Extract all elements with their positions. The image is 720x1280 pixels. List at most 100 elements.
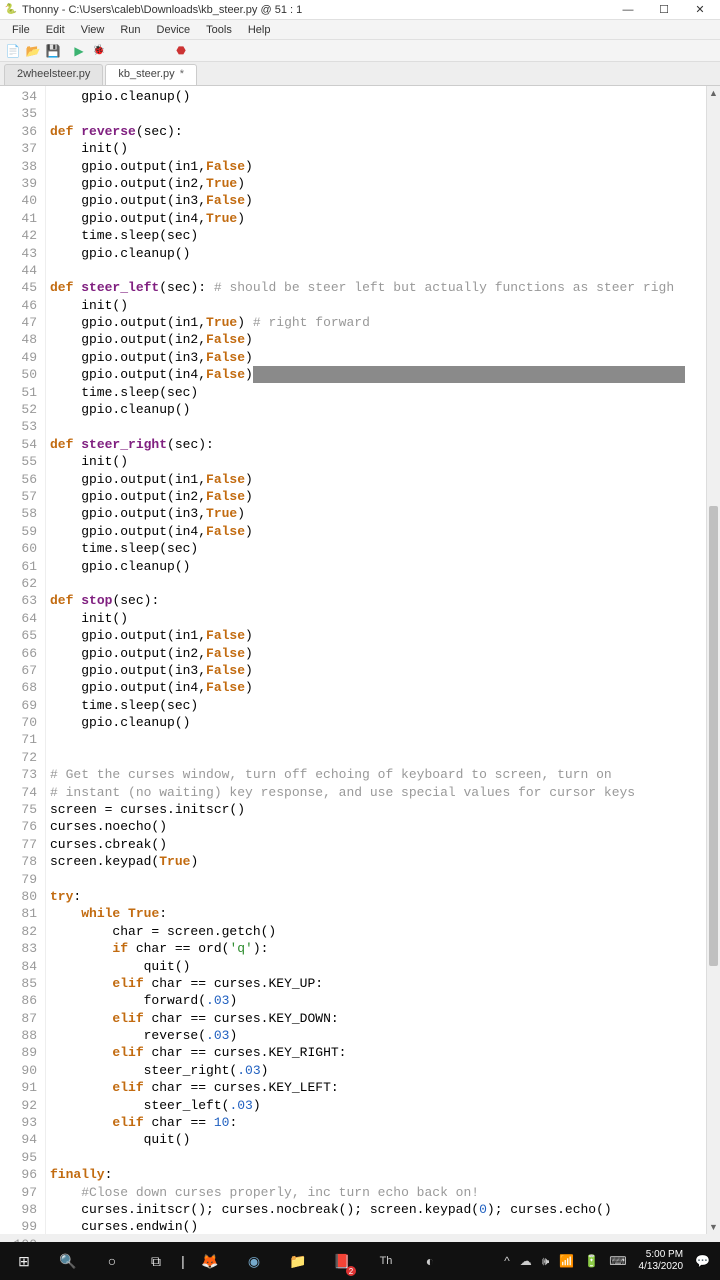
open-file-button[interactable]: 📂 (24, 42, 42, 60)
taskbar-app-thonny[interactable]: Th (366, 1242, 406, 1280)
tray-wifi-icon[interactable]: 📶 (557, 1254, 576, 1268)
tab-kb-steer[interactable]: kb_steer.py * (105, 64, 197, 85)
code-line[interactable] (50, 418, 720, 435)
code-line[interactable]: curses.noecho() (50, 818, 720, 835)
notifications-button[interactable]: 💬 (693, 1254, 712, 1268)
code-line[interactable] (50, 749, 720, 766)
code-line[interactable]: if char == ord('q'): (50, 940, 720, 957)
menu-device[interactable]: Device (149, 22, 199, 38)
code-line[interactable]: # instant (no waiting) key response, and… (50, 784, 720, 801)
code-line[interactable] (50, 575, 720, 592)
taskbar-app-firefox[interactable]: 🦊 (190, 1242, 230, 1280)
close-button[interactable]: ✕ (688, 1, 712, 19)
vertical-scrollbar[interactable]: ▲ ▼ (706, 86, 720, 1234)
code-line[interactable]: elif char == curses.KEY_RIGHT: (50, 1044, 720, 1061)
code-line[interactable]: steer_left(.03) (50, 1097, 720, 1114)
code-line[interactable]: quit() (50, 958, 720, 975)
tray-overflow-icon[interactable]: ^ (502, 1254, 512, 1268)
code-line[interactable]: init() (50, 610, 720, 627)
code-line[interactable]: gpio.output(in2,False) (50, 331, 720, 348)
menu-tools[interactable]: Tools (198, 22, 240, 38)
tray-onedrive-icon[interactable]: ☁ (518, 1254, 534, 1268)
code-line[interactable]: # Get the curses window, turn off echoin… (50, 766, 720, 783)
taskbar-app-acrobat[interactable]: 📕2 (322, 1242, 362, 1280)
code-line[interactable]: finally: (50, 1166, 720, 1183)
code-line[interactable]: gpio.output(in3,True) (50, 505, 720, 522)
code-line[interactable]: init() (50, 297, 720, 314)
code-line[interactable]: def reverse(sec): (50, 123, 720, 140)
code-line[interactable]: #Close down curses properly, inc turn ec… (50, 1184, 720, 1201)
code-line[interactable]: gpio.output(in2,False) (50, 488, 720, 505)
code-line[interactable]: elif char == curses.KEY_UP: (50, 975, 720, 992)
scroll-up-arrow[interactable]: ▲ (707, 86, 720, 100)
code-line[interactable]: gpio.output(in3,False) (50, 349, 720, 366)
code-line[interactable]: elif char == curses.KEY_LEFT: (50, 1079, 720, 1096)
code-line[interactable]: gpio.output(in2,True) (50, 175, 720, 192)
menu-file[interactable]: File (4, 22, 38, 38)
code-line[interactable]: def steer_left(sec): # should be steer l… (50, 279, 720, 296)
menu-run[interactable]: Run (112, 22, 148, 38)
menu-edit[interactable]: Edit (38, 22, 73, 38)
code-line[interactable]: init() (50, 140, 720, 157)
code-line[interactable]: def stop(sec): (50, 592, 720, 609)
search-button[interactable]: 🔍 (48, 1242, 88, 1280)
code-line[interactable]: time.sleep(sec) (50, 697, 720, 714)
taskbar-app-fileexplorer[interactable]: 📁 (278, 1242, 318, 1280)
taskbar-app-generic1[interactable]: ◉ (234, 1242, 274, 1280)
code-line[interactable]: gpio.output(in2,False) (50, 645, 720, 662)
code-line[interactable]: gpio.output(in1,False) (50, 627, 720, 644)
code-line[interactable]: quit() (50, 1131, 720, 1148)
stop-button[interactable]: ⬣ (172, 42, 190, 60)
code-line[interactable]: char = screen.getch() (50, 923, 720, 940)
code-text-area[interactable]: gpio.cleanup() def reverse(sec): init() … (46, 86, 720, 1234)
code-line[interactable]: screen.keypad(True) (50, 853, 720, 870)
code-line[interactable]: gpio.output(in1,True) # right forward (50, 314, 720, 331)
debug-button[interactable]: 🐞 (90, 42, 108, 60)
code-line[interactable]: time.sleep(sec) (50, 384, 720, 401)
code-line[interactable]: gpio.cleanup() (50, 401, 720, 418)
minimize-button[interactable]: — (616, 1, 640, 19)
code-line[interactable]: try: (50, 888, 720, 905)
tray-network-icon[interactable]: 🕪 (540, 1254, 552, 1269)
code-line[interactable]: curses.initscr(); curses.nocbreak(); scr… (50, 1201, 720, 1218)
code-line[interactable] (50, 871, 720, 888)
code-line[interactable]: gpio.output(in4,True) (50, 210, 720, 227)
code-line[interactable]: gpio.cleanup() (50, 88, 720, 105)
code-line[interactable]: gpio.cleanup() (50, 558, 720, 575)
menu-view[interactable]: View (73, 22, 113, 38)
code-line[interactable]: gpio.cleanup() (50, 714, 720, 731)
run-button[interactable]: ▶ (70, 42, 88, 60)
code-line[interactable]: gpio.output(in1,False) (50, 471, 720, 488)
code-line[interactable]: screen = curses.initscr() (50, 801, 720, 818)
code-line[interactable]: elif char == 10: (50, 1114, 720, 1131)
maximize-button[interactable]: ☐ (652, 1, 676, 19)
code-line[interactable]: gpio.output(in3,False) (50, 192, 720, 209)
save-file-button[interactable]: 💾 (44, 42, 62, 60)
cortana-button[interactable]: ○ (92, 1242, 132, 1280)
menu-help[interactable]: Help (240, 22, 279, 38)
code-line[interactable] (50, 1149, 720, 1166)
code-line[interactable]: while True: (50, 905, 720, 922)
scroll-down-arrow[interactable]: ▼ (707, 1220, 720, 1234)
code-line[interactable]: def steer_right(sec): (50, 436, 720, 453)
code-line[interactable]: gpio.cleanup() (50, 245, 720, 262)
code-line[interactable]: gpio.output(in4,False) (50, 366, 720, 383)
code-line[interactable]: gpio.output(in4,False) (50, 679, 720, 696)
taskbar-app-edge[interactable]: ◐ (410, 1242, 450, 1280)
code-editor[interactable]: 3435363738394041424344454647484950515253… (0, 86, 720, 1234)
code-line[interactable]: gpio.output(in1,False) (50, 158, 720, 175)
taskbar-clock[interactable]: 5:00 PM 4/13/2020 (635, 1249, 688, 1273)
tray-battery-icon[interactable]: 🔋 (582, 1254, 601, 1268)
code-line[interactable]: init() (50, 453, 720, 470)
code-line[interactable]: steer_right(.03) (50, 1062, 720, 1079)
code-line[interactable] (50, 262, 720, 279)
start-button[interactable]: ⊞ (4, 1242, 44, 1280)
tab-2wheelsteer[interactable]: 2wheelsteer.py (4, 64, 103, 85)
code-line[interactable] (50, 731, 720, 748)
code-line[interactable]: elif char == curses.KEY_DOWN: (50, 1010, 720, 1027)
code-line[interactable]: gpio.output(in4,False) (50, 523, 720, 540)
new-file-button[interactable]: 📄 (4, 42, 22, 60)
code-line[interactable]: forward(.03) (50, 992, 720, 1009)
code-line[interactable]: curses.cbreak() (50, 836, 720, 853)
code-line[interactable]: gpio.output(in3,False) (50, 662, 720, 679)
